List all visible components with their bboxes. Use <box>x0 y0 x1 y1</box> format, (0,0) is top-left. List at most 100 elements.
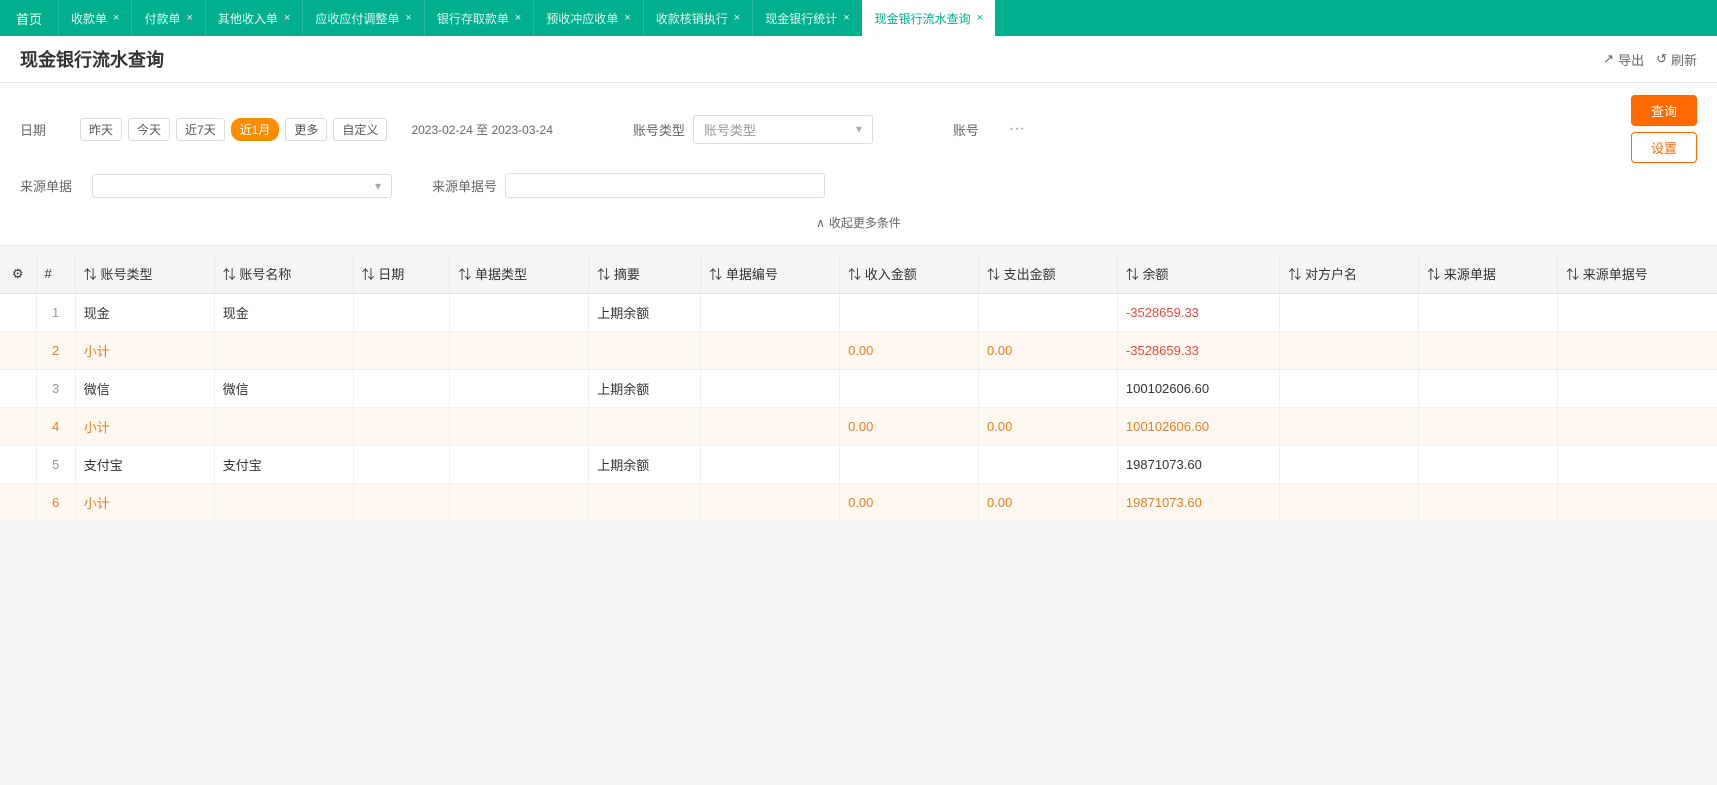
date-btn-yesterday[interactable]: 昨天 <box>80 118 122 141</box>
row-income: 0.00 <box>840 408 979 446</box>
source-doc-no-input[interactable] <box>505 173 825 198</box>
row-expense <box>979 294 1118 332</box>
column-date[interactable]: ⇅ 日期 <box>353 254 450 294</box>
column-account-type[interactable]: ⇅ 账号类型 <box>75 254 214 294</box>
date-btn-7days[interactable]: 近7天 <box>176 118 225 141</box>
nav-tab-付款单[interactable]: 付款单 × <box>131 0 204 36</box>
row-summary: 上期余额 <box>589 446 701 484</box>
row-checkbox[interactable] <box>0 446 36 484</box>
row-expense: 0.00 <box>979 484 1118 522</box>
page-header: 现金银行流水查询 ↗ 导出 ↺ 刷新 <box>0 36 1717 83</box>
close-icon[interactable]: × <box>284 12 290 24</box>
query-button[interactable]: 查询 <box>1631 95 1697 126</box>
column-source-doc[interactable]: ⇅ 来源单据 <box>1419 254 1558 294</box>
data-table: ⚙ # ⇅ 账号类型 ⇅ 账号名称 ⇅ 日期 ⇅ 单据类型 <box>0 254 1717 522</box>
refresh-button[interactable]: ↺ 刷新 <box>1656 50 1697 69</box>
nav-tab-收款单[interactable]: 收款单 × <box>58 0 131 36</box>
chevron-down-icon: ▾ <box>856 122 862 136</box>
row-num: 5 <box>36 446 75 484</box>
collapse-bar[interactable]: ∧ 收起更多条件 <box>20 208 1697 233</box>
account-dots[interactable]: ··· <box>1001 120 1033 138</box>
row-summary <box>589 332 701 370</box>
nav-tab-label: 付款单 <box>144 10 180 27</box>
column-doc-type[interactable]: ⇅ 单据类型 <box>450 254 589 294</box>
column-gear[interactable]: ⚙ <box>0 254 36 294</box>
row-source-doc-no <box>1558 446 1717 484</box>
row-account-type: 现金 <box>75 294 214 332</box>
close-icon[interactable]: × <box>977 12 983 24</box>
table-container: ⚙ # ⇅ 账号类型 ⇅ 账号名称 ⇅ 日期 ⇅ 单据类型 <box>0 254 1717 522</box>
table-row[interactable]: 2 小计 0.00 0.00 -3528659.33 <box>0 332 1717 370</box>
row-expense <box>979 370 1118 408</box>
row-doc-no <box>701 332 840 370</box>
row-account-name <box>214 332 353 370</box>
row-date <box>353 294 450 332</box>
source-doc-select[interactable]: ▾ <box>92 174 392 198</box>
column-summary[interactable]: ⇅ 摘要 <box>589 254 701 294</box>
date-btn-today[interactable]: 今天 <box>128 118 170 141</box>
nav-tab-label: 预收冲应收单 <box>546 10 618 27</box>
column-source-doc-no[interactable]: ⇅ 来源单据号 <box>1558 254 1717 294</box>
close-icon[interactable]: × <box>113 12 119 24</box>
nav-tab-应收应付调整单[interactable]: 应收应付调整单 × <box>302 0 423 36</box>
column-income[interactable]: ⇅ 收入金额 <box>840 254 979 294</box>
nav-tab-其他收入单[interactable]: 其他收入单 × <box>205 0 302 36</box>
nav-tab-现金银行统计[interactable]: 现金银行统计 × <box>752 0 861 36</box>
row-checkbox[interactable] <box>0 408 36 446</box>
date-range-display: 2023-02-24 至 2023-03-24 <box>411 121 552 138</box>
row-doc-type <box>450 294 589 332</box>
date-btn-1month[interactable]: 近1月 <box>231 118 280 141</box>
close-icon[interactable]: × <box>843 12 849 24</box>
row-account-type: 小计 <box>75 408 214 446</box>
row-checkbox[interactable] <box>0 370 36 408</box>
close-icon[interactable]: × <box>515 12 521 24</box>
column-doc-no[interactable]: ⇅ 单据编号 <box>701 254 840 294</box>
export-button[interactable]: ↗ 导出 <box>1603 50 1644 69</box>
nav-tab-收款核销执行[interactable]: 收款核销执行 × <box>643 0 752 36</box>
row-checkbox[interactable] <box>0 484 36 522</box>
row-counterpart <box>1280 332 1419 370</box>
table-row[interactable]: 5 支付宝 支付宝 上期余额 19871073.60 <box>0 446 1717 484</box>
table-row[interactable]: 3 微信 微信 上期余额 100102606.60 <box>0 370 1717 408</box>
table-row[interactable]: 1 现金 现金 上期余额 -3528659.33 <box>0 294 1717 332</box>
nav-tab-label: 收款单 <box>71 10 107 27</box>
close-icon[interactable]: × <box>186 12 192 24</box>
column-counterpart[interactable]: ⇅ 对方户名 <box>1280 254 1419 294</box>
row-source-doc <box>1419 370 1558 408</box>
account-label: 账号 <box>953 120 993 139</box>
nav-tab-预收冲应收单[interactable]: 预收冲应收单 × <box>533 0 642 36</box>
nav-tab-现金银行流水查询[interactable]: 现金银行流水查询 × <box>862 0 995 36</box>
date-btn-custom[interactable]: 自定义 <box>333 118 387 141</box>
filter-row-date: 日期 昨天 今天 近7天 近1月 更多 自定义 2023-02-24 至 202… <box>20 95 1697 163</box>
column-balance[interactable]: ⇅ 余额 <box>1117 254 1279 294</box>
row-doc-no <box>701 370 840 408</box>
row-account-type: 微信 <box>75 370 214 408</box>
account-type-select[interactable]: 账号类型 ▾ <box>693 115 873 144</box>
column-account-name[interactable]: ⇅ 账号名称 <box>214 254 353 294</box>
nav-home[interactable]: 首页 <box>0 0 58 36</box>
column-expense[interactable]: ⇅ 支出金额 <box>979 254 1118 294</box>
close-icon[interactable]: × <box>734 12 740 24</box>
row-counterpart <box>1280 446 1419 484</box>
settings-button[interactable]: 设置 <box>1631 132 1697 163</box>
table-row[interactable]: 6 小计 0.00 0.00 19871073.60 <box>0 484 1717 522</box>
row-checkbox[interactable] <box>0 294 36 332</box>
column-num: # <box>36 254 75 294</box>
nav-tab-label: 现金银行统计 <box>765 10 837 27</box>
close-icon[interactable]: × <box>405 12 411 24</box>
close-icon[interactable]: × <box>624 12 630 24</box>
row-counterpart <box>1280 484 1419 522</box>
row-date <box>353 484 450 522</box>
table-row[interactable]: 4 小计 0.00 0.00 100102606.60 <box>0 408 1717 446</box>
nav-tab-银行存取款单[interactable]: 银行存取款单 × <box>424 0 533 36</box>
row-source-doc-no <box>1558 408 1717 446</box>
row-counterpart <box>1280 294 1419 332</box>
row-account-name: 现金 <box>214 294 353 332</box>
table-header-row: ⚙ # ⇅ 账号类型 ⇅ 账号名称 ⇅ 日期 ⇅ 单据类型 <box>0 254 1717 294</box>
row-checkbox[interactable] <box>0 332 36 370</box>
refresh-icon: ↺ <box>1656 51 1667 67</box>
row-num: 1 <box>36 294 75 332</box>
row-source-doc-no <box>1558 370 1717 408</box>
header-actions: ↗ 导出 ↺ 刷新 <box>1603 50 1697 69</box>
date-btn-more[interactable]: 更多 <box>285 118 327 141</box>
